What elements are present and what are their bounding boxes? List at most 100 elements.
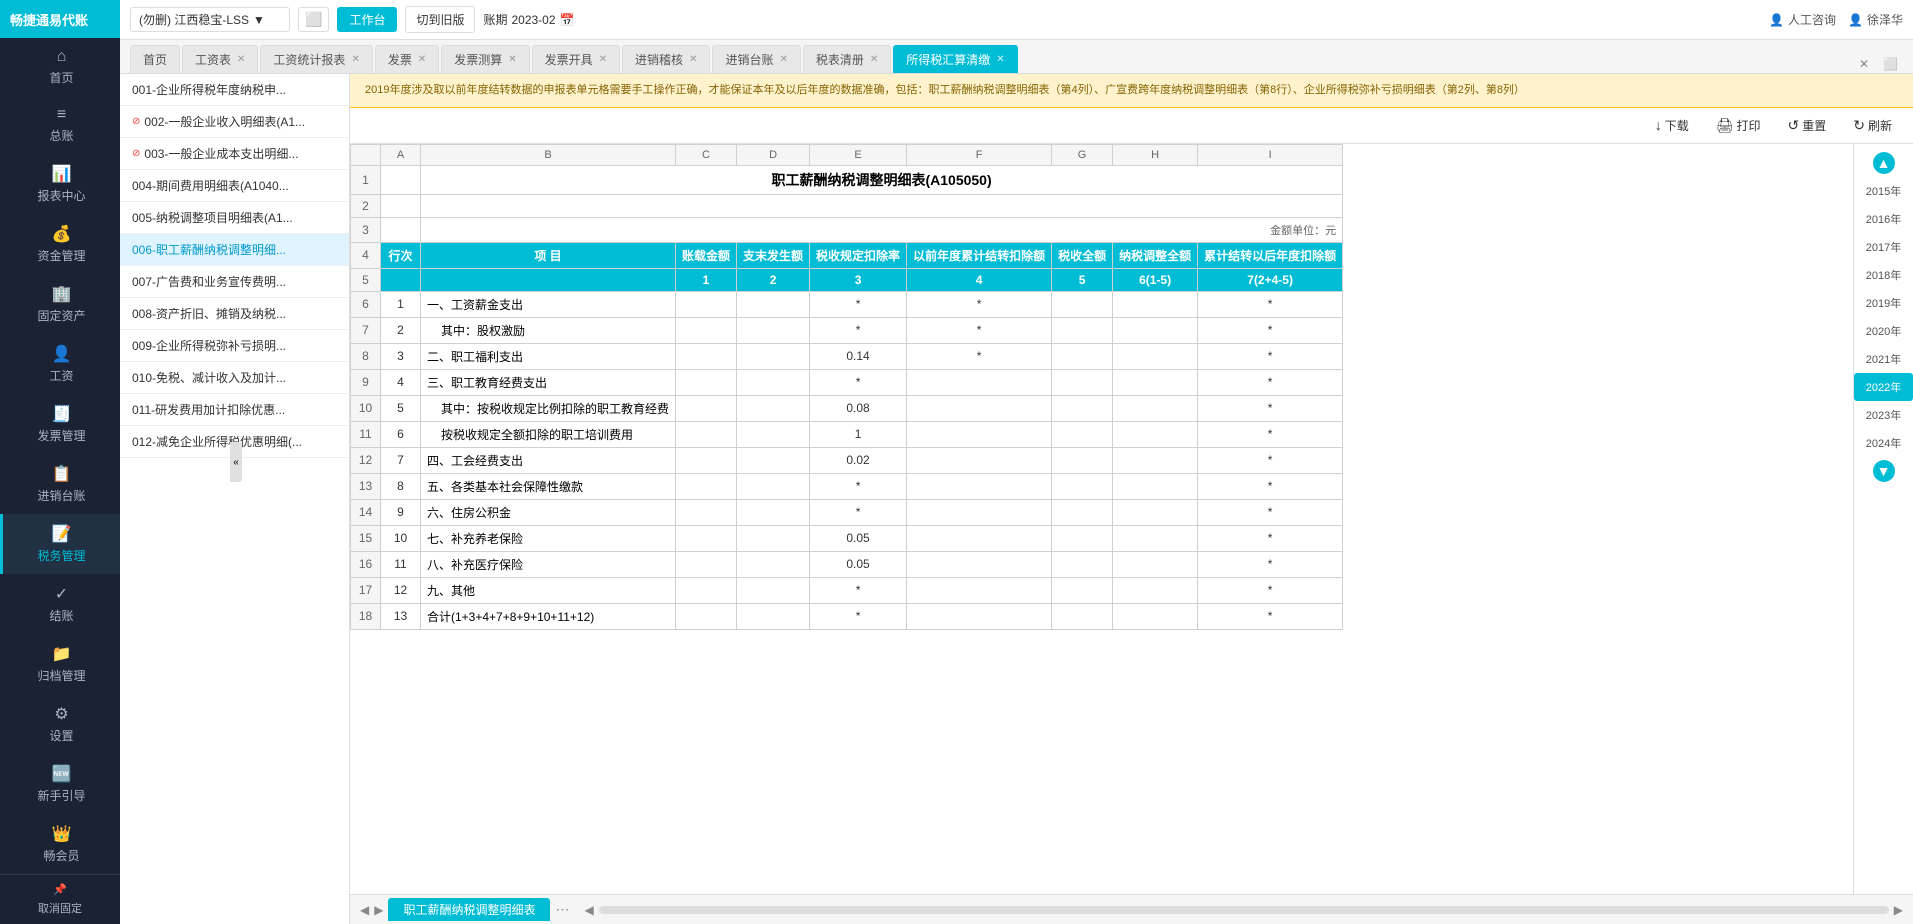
cell-c6[interactable] xyxy=(1113,603,1198,629)
tab-close-icon[interactable]: ✕ xyxy=(351,54,359,65)
cell-c4[interactable] xyxy=(907,603,1052,629)
tab-payroll-stats[interactable]: 工资统计报表 ✕ xyxy=(260,45,372,73)
cell-c4[interactable] xyxy=(907,473,1052,499)
cell-c5[interactable] xyxy=(1052,603,1113,629)
form-list-item-009[interactable]: 009-企业所得税弥补亏损明... xyxy=(120,330,349,362)
cell-c7[interactable]: * xyxy=(1198,499,1343,525)
cell-c3[interactable]: 0.05 xyxy=(810,525,907,551)
cell-c3[interactable]: * xyxy=(810,577,907,603)
form-list-item-005[interactable]: 005-纳税调整项目明细表(A1... xyxy=(120,202,349,234)
maximize-icon[interactable]: ⬜ xyxy=(1878,55,1903,73)
cell-c1[interactable] xyxy=(676,421,737,447)
user-item[interactable]: 👤 徐泽华 xyxy=(1848,11,1903,28)
year-item-2021[interactable]: 2021年 xyxy=(1854,345,1913,373)
cell-c5[interactable] xyxy=(1052,577,1113,603)
cell-c1[interactable] xyxy=(676,291,737,317)
sidebar-item-asset-mgmt[interactable]: 💰 资金管理 xyxy=(0,214,120,274)
year-item-2016[interactable]: 2016年 xyxy=(1854,205,1913,233)
sidebar-item-archive[interactable]: 📁 归档管理 xyxy=(0,634,120,694)
year-item-2015[interactable]: 2015年 xyxy=(1854,177,1913,205)
close-all-tabs-icon[interactable]: ✕ xyxy=(1854,55,1874,73)
sidebar-item-new-guide[interactable]: 🆕 新手引导 xyxy=(0,754,120,814)
row-index[interactable]: 4 xyxy=(381,369,421,395)
year-item-2020[interactable]: 2020年 xyxy=(1854,317,1913,345)
form-list-item-002[interactable]: ⊘ 002-一般企业收入明细表(A1... xyxy=(120,106,349,138)
year-nav-up-btn[interactable]: ▲ xyxy=(1873,152,1895,174)
row-index[interactable]: 3 xyxy=(381,343,421,369)
cell-c3[interactable]: 0.05 xyxy=(810,551,907,577)
row-index[interactable]: 6 xyxy=(381,421,421,447)
cell-c2[interactable] xyxy=(737,577,810,603)
sidebar-item-fixed-assets[interactable]: 🏢 固定资产 xyxy=(0,274,120,334)
form-list-item-010[interactable]: 010-免税、减计收入及加计... xyxy=(120,362,349,394)
cell-c4[interactable] xyxy=(907,421,1052,447)
sidebar-item-tax-mgmt[interactable]: 📝 税务管理 xyxy=(0,514,120,574)
cell-c5[interactable] xyxy=(1052,473,1113,499)
calendar-icon[interactable]: 📅 xyxy=(560,13,575,27)
cell-c3[interactable]: 1 xyxy=(810,421,907,447)
cell-c3[interactable]: 0.02 xyxy=(810,447,907,473)
form-list-item-006[interactable]: 006-职工薪酬纳税调整明细... xyxy=(120,234,349,266)
reset-button[interactable]: ↺ 重置 xyxy=(1782,114,1833,137)
form-list-item-008[interactable]: 008-资产折旧、摊销及纳税... xyxy=(120,298,349,330)
cell-c7[interactable]: * xyxy=(1198,447,1343,473)
row-index[interactable]: 10 xyxy=(381,525,421,551)
cell-c3[interactable]: * xyxy=(810,603,907,629)
switch-old-button[interactable]: 切到旧版 xyxy=(405,6,475,33)
form-list-item-003[interactable]: ⊘ 003-一般企业成本支出明细... xyxy=(120,138,349,170)
download-button[interactable]: ↓ 下载 xyxy=(1649,114,1695,137)
row-index[interactable]: 2 xyxy=(381,317,421,343)
tab-invoice[interactable]: 发票 ✕ xyxy=(375,45,439,73)
tab-invoice-open[interactable]: 发票开具 ✕ xyxy=(532,45,620,73)
cell-c2[interactable] xyxy=(737,525,810,551)
cell-c3[interactable]: * xyxy=(810,369,907,395)
sidebar-item-general-ledger[interactable]: ≡ 总账 xyxy=(0,96,120,154)
workspace-button[interactable]: 工作台 xyxy=(337,7,397,32)
cell-c5[interactable] xyxy=(1052,525,1113,551)
cell-c5[interactable] xyxy=(1052,421,1113,447)
cell-c1[interactable] xyxy=(676,551,737,577)
cell-c2[interactable] xyxy=(737,395,810,421)
year-item-2017[interactable]: 2017年 xyxy=(1854,233,1913,261)
cell-c2[interactable] xyxy=(737,369,810,395)
year-item-2024[interactable]: 2024年 xyxy=(1854,429,1913,457)
tab-close-icon[interactable]: ✕ xyxy=(870,54,878,65)
cell-c7[interactable]: * xyxy=(1198,369,1343,395)
cell[interactable] xyxy=(381,165,421,194)
cell-c7[interactable]: * xyxy=(1198,343,1343,369)
horizontal-scrollbar[interactable] xyxy=(599,906,1889,914)
cell-c2[interactable] xyxy=(737,603,810,629)
company-selector[interactable]: (勿删) 江西稳宝-LSS ▼ xyxy=(130,7,290,32)
cell-c5[interactable] xyxy=(1052,291,1113,317)
cell-c2[interactable] xyxy=(737,421,810,447)
form-list-item-001[interactable]: 001-企业所得税年度纳税申... xyxy=(120,74,349,106)
form-list-item-007[interactable]: 007-广告费和业务宣传费明... xyxy=(120,266,349,298)
tab-close-icon[interactable]: ✕ xyxy=(418,54,426,65)
more-options-icon[interactable]: ⋯ xyxy=(555,901,569,918)
cell-c1[interactable] xyxy=(676,473,737,499)
sidebar-item-member[interactable]: 👑 畅会员 xyxy=(0,814,120,874)
sidebar-item-report-center[interactable]: 📊 报表中心 xyxy=(0,154,120,214)
cell-c6[interactable] xyxy=(1113,551,1198,577)
cell-c1[interactable] xyxy=(676,447,737,473)
cell-c7[interactable]: * xyxy=(1198,473,1343,499)
sidebar-item-payroll[interactable]: 👤 工资 xyxy=(0,334,120,394)
tab-close-icon[interactable]: ✕ xyxy=(237,54,245,65)
cell-c4[interactable]: * xyxy=(907,343,1052,369)
cell-c5[interactable] xyxy=(1052,447,1113,473)
tab-home[interactable]: 首页 xyxy=(130,45,180,73)
cell-c6[interactable] xyxy=(1113,317,1198,343)
cell-c2[interactable] xyxy=(737,291,810,317)
row-index[interactable]: 12 xyxy=(381,577,421,603)
cell-c3[interactable]: 0.14 xyxy=(810,343,907,369)
sidebar-item-settlement[interactable]: ✓ 结账 xyxy=(0,574,120,634)
row-index[interactable]: 8 xyxy=(381,473,421,499)
year-item-2023[interactable]: 2023年 xyxy=(1854,401,1913,429)
help-item[interactable]: 👤 人工咨询 xyxy=(1769,11,1836,28)
scroll-left-btn[interactable]: ◀ xyxy=(584,903,593,917)
cell[interactable] xyxy=(381,217,421,242)
tab-close-icon[interactable]: ✕ xyxy=(599,54,607,65)
cell-c2[interactable] xyxy=(737,317,810,343)
cell-c7[interactable]: * xyxy=(1198,577,1343,603)
cell-c3[interactable]: * xyxy=(810,291,907,317)
